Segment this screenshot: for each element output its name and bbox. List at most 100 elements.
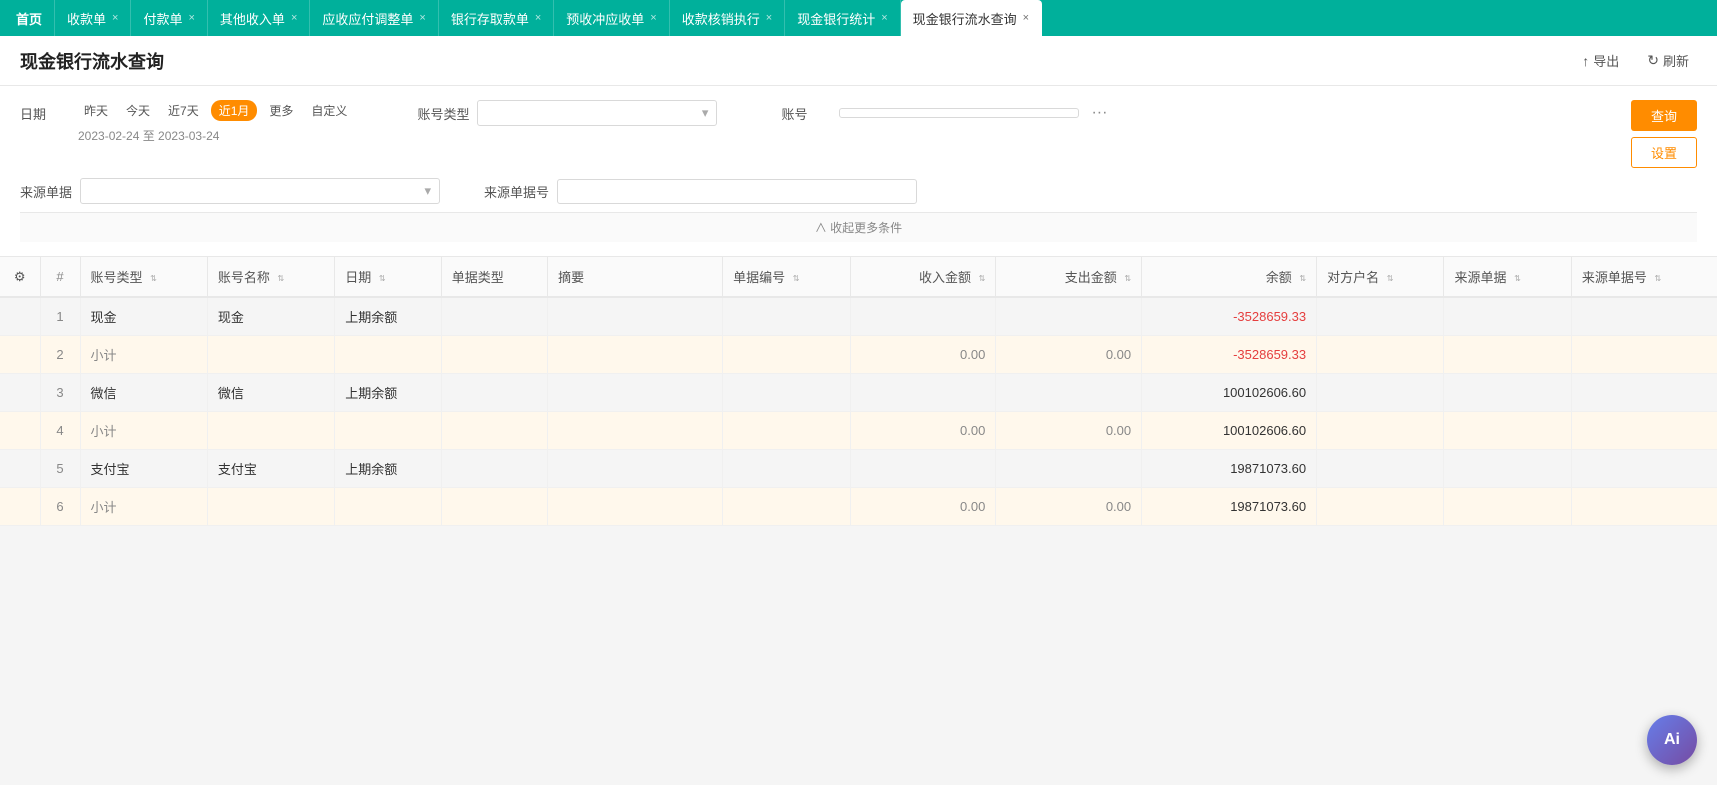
date-btn-today[interactable]: 今天 [120, 100, 156, 121]
date-btn-7days[interactable]: 近7天 [162, 100, 205, 121]
th-income[interactable]: 收入金额 ⇅ [850, 257, 996, 297]
filter-area: 日期 昨天 今天 近7天 近1月 更多 自定义 2023-02-24 至 202… [0, 86, 1717, 257]
td-doc-type [441, 488, 547, 526]
close-cash-bank-stats-icon[interactable]: × [881, 12, 887, 24]
sort-account-name-icon: ⇅ [278, 275, 285, 283]
table-row[interactable]: 5 支付宝 支付宝 上期余额 19871073.60 [0, 450, 1717, 488]
td-counterpart [1317, 488, 1444, 526]
date-btn-yesterday[interactable]: 昨天 [78, 100, 114, 121]
collapse-bar[interactable]: ∧ 收起更多条件 [20, 212, 1697, 242]
th-source-doc-no[interactable]: 来源单据号 ⇅ [1571, 257, 1717, 297]
td-doc-type [441, 412, 547, 450]
nav-tab-payments[interactable]: 付款单 × [131, 0, 207, 36]
date-range-display: 2023-02-24 至 2023-03-24 [78, 127, 353, 144]
th-expense[interactable]: 支出金额 ⇅ [996, 257, 1142, 297]
account-more-icon[interactable]: ··· [1087, 100, 1111, 126]
date-btn-1month[interactable]: 近1月 [211, 100, 258, 121]
nav-tab-cash-bank-stats[interactable]: 现金银行统计 × [785, 0, 900, 36]
th-summary: 摘要 [548, 257, 723, 297]
refresh-icon: ↻ [1647, 52, 1659, 69]
account-input[interactable] [839, 108, 1079, 118]
nav-tab-bank-deposit[interactable]: 银行存取款单 × [439, 0, 554, 36]
td-summary [548, 488, 723, 526]
sort-counterpart-icon: ⇅ [1387, 275, 1394, 283]
nav-tab-ar-ap-adjust[interactable]: 应收应付调整单 × [310, 0, 438, 36]
td-source-doc-no [1571, 412, 1717, 450]
ai-label: Ai [1664, 731, 1680, 749]
th-account-name[interactable]: 账号名称 ⇅ [207, 257, 334, 297]
close-write-off-icon[interactable]: × [766, 12, 772, 24]
nav-tab-cash-bank-flow-label: 现金银行流水查询 [913, 9, 1017, 28]
close-cash-bank-flow-icon[interactable]: × [1023, 12, 1029, 24]
td-date: 上期余额 [335, 297, 441, 336]
export-icon: ↑ [1582, 53, 1589, 69]
td-income [850, 374, 996, 412]
th-gear[interactable]: ⚙ [0, 257, 40, 297]
td-summary [548, 412, 723, 450]
table-row[interactable]: 3 微信 微信 上期余额 100102606.60 [0, 374, 1717, 412]
source-doc-no-input[interactable] [557, 179, 917, 204]
date-btn-custom[interactable]: 自定义 [305, 100, 353, 121]
th-doc-no[interactable]: 单据编号 ⇅ [723, 257, 850, 297]
nav-tab-other-income-label: 其他收入单 [220, 9, 285, 28]
td-idx: 4 [40, 412, 80, 450]
td-counterpart [1317, 297, 1444, 336]
date-shortcuts: 昨天 今天 近7天 近1月 更多 自定义 [78, 100, 353, 121]
td-date: 上期余额 [335, 374, 441, 412]
nav-tab-home[interactable]: 首页 [4, 0, 55, 36]
table-row[interactable]: 4 小计 0.00 0.00 100102606.60 [0, 412, 1717, 450]
td-doc-type [441, 297, 547, 336]
source-doc-chevron-icon: ▾ [424, 183, 431, 199]
close-other-income-icon[interactable]: × [291, 12, 297, 24]
th-counterpart[interactable]: 对方户名 ⇅ [1317, 257, 1444, 297]
query-button[interactable]: 查询 [1631, 100, 1697, 131]
source-doc-select[interactable]: ▾ [80, 178, 440, 204]
nav-tab-other-income[interactable]: 其他收入单 × [208, 0, 310, 36]
nav-tab-cash-bank-flow[interactable]: 现金银行流水查询 × [901, 0, 1042, 36]
td-doc-no [723, 488, 850, 526]
td-gear [0, 336, 40, 374]
th-doc-type: 单据类型 [441, 257, 547, 297]
export-button[interactable]: ↑ 导出 [1574, 47, 1627, 74]
nav-tab-write-off-label: 收款核销执行 [682, 9, 760, 28]
close-bank-deposit-icon[interactable]: × [535, 12, 541, 24]
td-source-doc-no [1571, 336, 1717, 374]
td-doc-type [441, 450, 547, 488]
td-idx: 6 [40, 488, 80, 526]
td-doc-no [723, 412, 850, 450]
close-ar-ap-adjust-icon[interactable]: × [419, 12, 425, 24]
td-gear [0, 297, 40, 336]
table-container: ⚙ # 账号类型 ⇅ 账号名称 ⇅ 日期 ⇅ 单据类型 摘要 [0, 257, 1717, 526]
table-row[interactable]: 1 现金 现金 上期余额 -3528659.33 [0, 297, 1717, 336]
td-balance: 100102606.60 [1142, 374, 1317, 412]
th-source-doc[interactable]: 来源单据 ⇅ [1444, 257, 1571, 297]
nav-home-label: 首页 [16, 9, 42, 28]
table-row[interactable]: 6 小计 0.00 0.00 19871073.60 [0, 488, 1717, 526]
header-actions: ↑ 导出 ↻ 刷新 [1574, 47, 1697, 74]
account-label: 账号 [781, 104, 831, 123]
close-receipts-icon[interactable]: × [112, 12, 118, 24]
td-balance: -3528659.33 [1142, 297, 1317, 336]
refresh-button[interactable]: ↻ 刷新 [1639, 47, 1697, 74]
nav-tab-receipts[interactable]: 收款单 × [55, 0, 131, 36]
td-expense [996, 297, 1142, 336]
nav-tab-write-off[interactable]: 收款核销执行 × [670, 0, 785, 36]
page-header: 现金银行流水查询 ↑ 导出 ↻ 刷新 [0, 36, 1717, 86]
close-prepayment-icon[interactable]: × [650, 12, 656, 24]
nav-tab-prepayment[interactable]: 预收冲应收单 × [554, 0, 669, 36]
td-source-doc-no [1571, 488, 1717, 526]
th-balance[interactable]: 余额 ⇅ [1142, 257, 1317, 297]
td-account-name: 支付宝 [207, 450, 334, 488]
settings-button[interactable]: 设置 [1631, 137, 1697, 168]
close-payments-icon[interactable]: × [188, 12, 194, 24]
th-date[interactable]: 日期 ⇅ [335, 257, 441, 297]
th-account-type[interactable]: 账号类型 ⇅ [80, 257, 207, 297]
td-account-type: 小计 [80, 488, 207, 526]
table-row[interactable]: 2 小计 0.00 0.00 -3528659.33 [0, 336, 1717, 374]
td-account-type: 小计 [80, 412, 207, 450]
td-source-doc-no [1571, 297, 1717, 336]
td-date [335, 412, 441, 450]
ai-assistant-button[interactable]: Ai [1647, 715, 1697, 765]
date-btn-more[interactable]: 更多 [263, 100, 299, 121]
account-type-select[interactable]: ▾ [477, 100, 717, 126]
